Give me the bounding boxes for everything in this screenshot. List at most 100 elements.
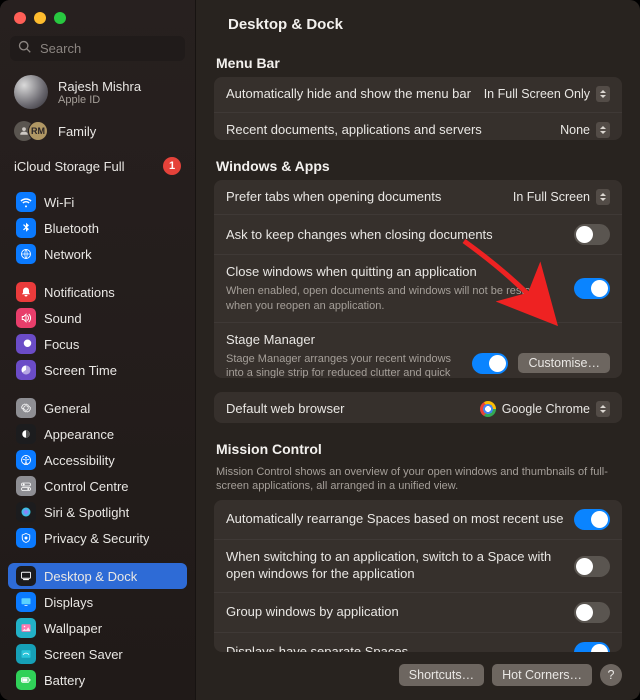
row-group-windows: Group windows by application (214, 592, 622, 632)
sidebar-item-label: Wi-Fi (44, 195, 74, 210)
row-default-browser[interactable]: Default web browser Google Chrome (214, 392, 622, 423)
family-label: Family (58, 124, 96, 139)
sidebar-item-siri[interactable]: Siri & Spotlight (8, 499, 187, 525)
section-desc-mission: Mission Control shows an overview of you… (216, 465, 622, 495)
chevron-updown-icon (596, 189, 610, 205)
sidebar-item-label: Screen Time (44, 363, 117, 378)
search-field[interactable] (10, 36, 185, 61)
sidebar-item-general[interactable]: General (8, 395, 187, 421)
sidebar-item-wallpaper[interactable]: Wallpaper (8, 615, 187, 641)
sidebar-item-focus[interactable]: Focus (8, 331, 187, 357)
storage-label: iCloud Storage Full (14, 159, 125, 174)
sidebar-item-notifications[interactable]: Notifications (8, 279, 187, 305)
icloud-storage-row[interactable]: iCloud Storage Full 1 (0, 149, 195, 185)
sidebar-item-label: Accessibility (44, 453, 115, 468)
apple-id-row[interactable]: Rajesh Mishra Apple ID (0, 71, 195, 117)
general-icon (16, 398, 36, 418)
wifi-icon (16, 192, 36, 212)
sidebar-item-sound[interactable]: Sound (8, 305, 187, 331)
panel-windows: Prefer tabs when opening documents In Fu… (214, 180, 622, 378)
chevron-updown-icon (596, 122, 610, 138)
toggle-group-windows[interactable] (574, 602, 610, 623)
footer-buttons: Shortcuts… Hot Corners… ? (214, 664, 622, 686)
minimize-window-button[interactable] (34, 12, 46, 24)
battery-icon (16, 670, 36, 690)
section-header-mission: Mission Control (216, 441, 622, 457)
appearance-icon (16, 424, 36, 444)
row-stage-manager: Stage Manager Stage Manager arranges you… (214, 322, 622, 378)
bluetooth-icon (16, 218, 36, 238)
network-icon (16, 244, 36, 264)
accessibility-icon (16, 450, 36, 470)
toggle-close-windows-quit[interactable] (574, 278, 610, 299)
customise-button[interactable]: Customise… (518, 353, 610, 373)
page-title: Desktop & Dock (214, 0, 622, 47)
sidebar-item-bluetooth[interactable]: Bluetooth (8, 215, 187, 241)
toggle-switch-space[interactable] (574, 556, 610, 577)
sidebar-item-screensaver[interactable]: Screen Saver (8, 641, 187, 667)
select-recent-items[interactable]: None (560, 122, 610, 138)
chrome-icon (480, 401, 496, 417)
wallpaper-icon (16, 618, 36, 638)
screentime-icon (16, 360, 36, 380)
section-header-menubar: Menu Bar (216, 55, 622, 71)
sidebar-item-label: Control Centre (44, 479, 129, 494)
sidebar-item-screentime[interactable]: Screen Time (8, 357, 187, 383)
sidebar-item-privacy[interactable]: Privacy & Security (8, 525, 187, 551)
row-recent-items[interactable]: Recent documents, applications and serve… (214, 112, 622, 140)
sidebar-item-wifi[interactable]: Wi-Fi (8, 189, 187, 215)
select-prefer-tabs[interactable]: In Full Screen (513, 189, 610, 205)
window-controls (0, 0, 195, 34)
sidebar-item-network[interactable]: Network (8, 241, 187, 267)
screensaver-icon (16, 644, 36, 664)
row-switch-space: When switching to an application, switch… (214, 539, 622, 592)
sidebar-item-displays[interactable]: Displays (8, 589, 187, 615)
profile-name: Rajesh Mishra (58, 79, 141, 94)
chevron-updown-icon (596, 401, 610, 417)
family-member-icon: RM (28, 121, 48, 141)
sound-icon (16, 308, 36, 328)
sidebar-item-accessibility[interactable]: Accessibility (8, 447, 187, 473)
toggle-auto-rearrange[interactable] (574, 509, 610, 530)
search-icon (18, 40, 38, 57)
row-separate-spaces: Displays have separate Spaces (214, 632, 622, 652)
sidebar-item-label: Appearance (44, 427, 114, 442)
notifications-icon (16, 282, 36, 302)
sidebar-item-controlcentre[interactable]: Control Centre (8, 473, 187, 499)
toggle-stage-manager[interactable] (472, 353, 508, 374)
select-default-browser[interactable]: Google Chrome (480, 401, 610, 417)
close-window-button[interactable] (14, 12, 26, 24)
avatar (14, 75, 48, 109)
panel-mission: Automatically rearrange Spaces based on … (214, 500, 622, 652)
fullscreen-window-button[interactable] (54, 12, 66, 24)
privacy-icon (16, 528, 36, 548)
sidebar: Rajesh Mishra Apple ID RM Family iCloud … (0, 0, 196, 700)
hot-corners-button[interactable]: Hot Corners… (492, 664, 592, 686)
shortcuts-button[interactable]: Shortcuts… (399, 664, 484, 686)
sidebar-item-battery[interactable]: Battery (8, 667, 187, 693)
family-row[interactable]: RM Family (0, 117, 195, 149)
row-close-windows-quit: Close windows when quitting an applicati… (214, 254, 622, 321)
sidebar-item-appearance[interactable]: Appearance (8, 421, 187, 447)
family-avatars: RM (14, 121, 48, 141)
storage-badge: 1 (163, 157, 181, 175)
row-hide-menubar[interactable]: Automatically hide and show the menu bar… (214, 77, 622, 112)
search-input[interactable] (38, 40, 196, 57)
sidebar-nav: Wi-Fi Bluetooth Network NotificationsSound F… (0, 185, 195, 700)
sidebar-item-label: Screen Saver (44, 647, 123, 662)
sidebar-item-label: Focus (44, 337, 79, 352)
sidebar-item-label: Bluetooth (44, 221, 99, 236)
profile-subtitle: Apple ID (58, 94, 141, 106)
chevron-updown-icon (596, 86, 610, 102)
focus-icon (16, 334, 36, 354)
settings-window: Rajesh Mishra Apple ID RM Family iCloud … (0, 0, 640, 700)
help-button[interactable]: ? (600, 664, 622, 686)
row-prefer-tabs[interactable]: Prefer tabs when opening documents In Fu… (214, 180, 622, 215)
sidebar-item-desktopdock[interactable]: Desktop & Dock (8, 563, 187, 589)
displays-icon (16, 592, 36, 612)
toggle-ask-keep-changes[interactable] (574, 224, 610, 245)
select-hide-menubar[interactable]: In Full Screen Only (484, 86, 610, 102)
panel-browser: Default web browser Google Chrome (214, 392, 622, 423)
toggle-separate-spaces[interactable] (574, 642, 610, 652)
sidebar-item-label: Desktop & Dock (44, 569, 137, 584)
